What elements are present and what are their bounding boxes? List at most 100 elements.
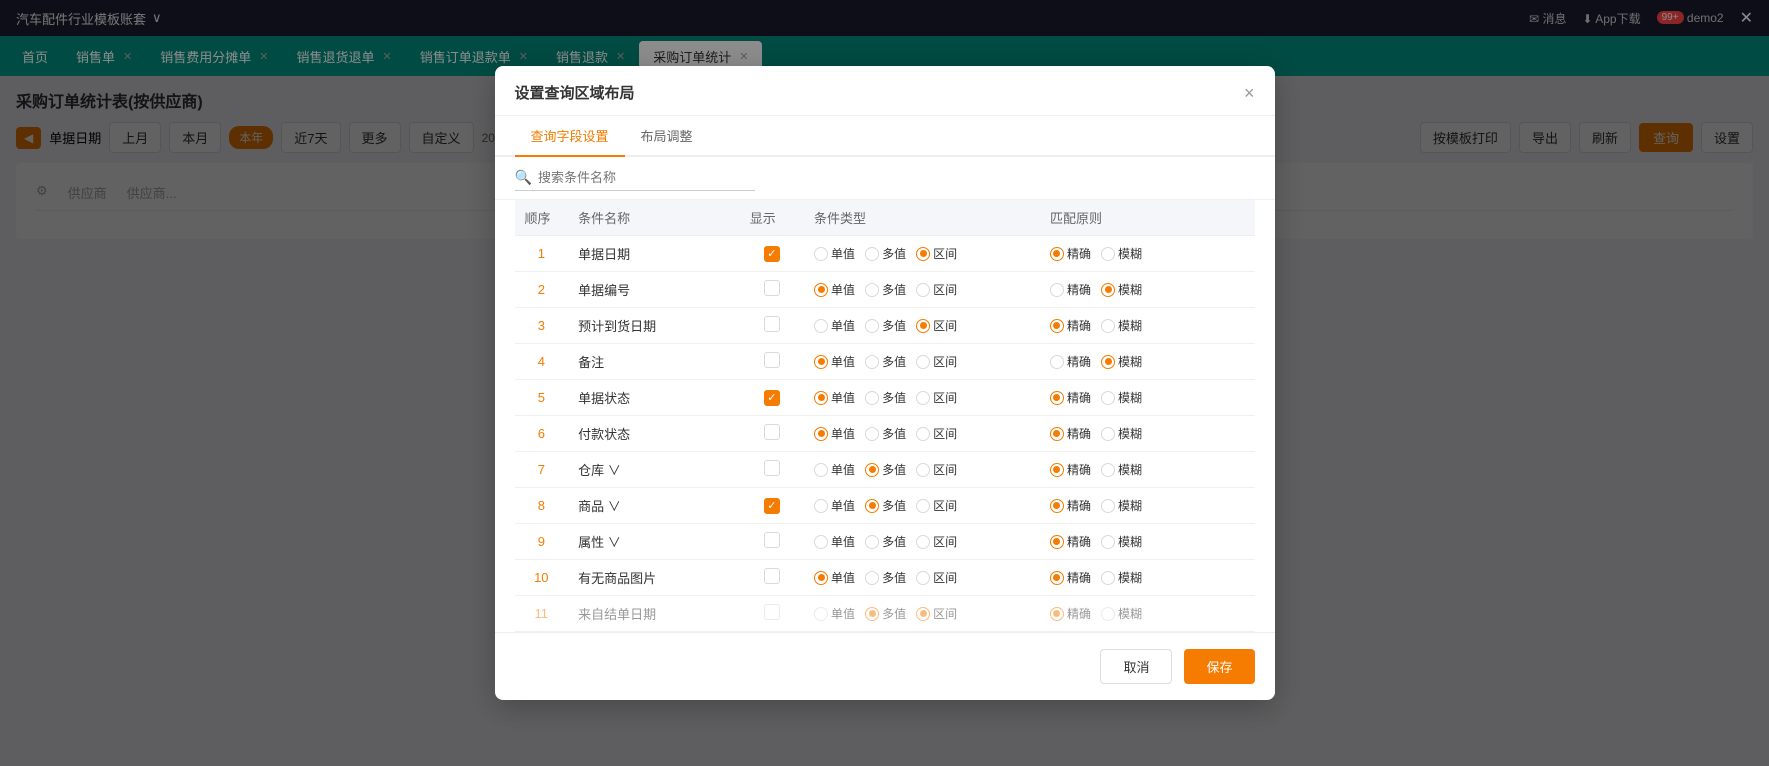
- type-radio-range[interactable]: 区间: [916, 605, 957, 622]
- show-checkbox[interactable]: [764, 424, 780, 440]
- type-radio-range[interactable]: 区间: [916, 425, 957, 442]
- table-row: 1单据日期单值多值区间精确模糊: [515, 236, 1255, 272]
- show-checkbox[interactable]: [764, 498, 780, 514]
- type-radio-range[interactable]: 区间: [916, 245, 957, 262]
- cell-show: [740, 236, 804, 272]
- type-radio-range[interactable]: 区间: [916, 281, 957, 298]
- type-radio-single[interactable]: 单值: [814, 461, 855, 478]
- cell-order: 9: [515, 524, 569, 560]
- cell-order: 2: [515, 272, 569, 308]
- settings-dialog: 设置查询区域布局 × 查询字段设置 布局调整 🔍 顺序: [495, 66, 1275, 700]
- match-radio-exact[interactable]: 精确: [1050, 389, 1091, 406]
- modal-overlay: 设置查询区域布局 × 查询字段设置 布局调整 🔍 顺序: [0, 0, 1769, 766]
- cell-name: 单据编号: [568, 272, 740, 308]
- match-radio-fuzzy[interactable]: 模糊: [1101, 497, 1142, 514]
- match-radio-fuzzy[interactable]: 模糊: [1101, 317, 1142, 334]
- match-radio-fuzzy[interactable]: 模糊: [1101, 281, 1142, 298]
- type-radio-single[interactable]: 单值: [814, 245, 855, 262]
- type-radio-single[interactable]: 单值: [814, 425, 855, 442]
- match-radio-exact[interactable]: 精确: [1050, 281, 1091, 298]
- type-radio-range[interactable]: 区间: [916, 497, 957, 514]
- tab-query-fields[interactable]: 查询字段设置: [515, 116, 625, 157]
- match-radio-fuzzy[interactable]: 模糊: [1101, 605, 1142, 622]
- type-radio-multi[interactable]: 多值: [865, 533, 906, 550]
- match-radio-exact[interactable]: 精确: [1050, 569, 1091, 586]
- type-radio-multi[interactable]: 多值: [865, 605, 906, 622]
- match-radio-exact[interactable]: 精确: [1050, 425, 1091, 442]
- search-icon: 🔍: [515, 169, 532, 186]
- search-input-wrap: 🔍: [515, 169, 755, 191]
- type-radio-multi[interactable]: 多值: [865, 281, 906, 298]
- dialog-close-button[interactable]: ×: [1244, 84, 1255, 102]
- col-header-name: 条件名称: [568, 200, 740, 236]
- show-checkbox[interactable]: [764, 604, 780, 620]
- show-checkbox[interactable]: [764, 568, 780, 584]
- cell-type: 单值多值区间: [804, 416, 1040, 452]
- cell-show: [740, 416, 804, 452]
- match-radio-fuzzy[interactable]: 模糊: [1101, 425, 1142, 442]
- type-radio-range[interactable]: 区间: [916, 461, 957, 478]
- type-radio-single[interactable]: 单值: [814, 533, 855, 550]
- type-radio-multi[interactable]: 多值: [865, 569, 906, 586]
- cell-order: 6: [515, 416, 569, 452]
- type-radio-multi[interactable]: 多值: [865, 245, 906, 262]
- match-radio-exact[interactable]: 精确: [1050, 497, 1091, 514]
- cell-show: [740, 452, 804, 488]
- match-radio-fuzzy[interactable]: 模糊: [1101, 389, 1142, 406]
- show-checkbox[interactable]: [764, 460, 780, 476]
- table-row: 10有无商品图片单值多值区间精确模糊: [515, 560, 1255, 596]
- show-checkbox[interactable]: [764, 390, 780, 406]
- type-radio-range[interactable]: 区间: [916, 317, 957, 334]
- dialog-header: 设置查询区域布局 ×: [495, 66, 1275, 116]
- col-header-type: 条件类型: [804, 200, 1040, 236]
- match-radio-fuzzy[interactable]: 模糊: [1101, 569, 1142, 586]
- show-checkbox[interactable]: [764, 532, 780, 548]
- type-radio-range[interactable]: 区间: [916, 533, 957, 550]
- match-radio-fuzzy[interactable]: 模糊: [1101, 533, 1142, 550]
- show-checkbox[interactable]: [764, 316, 780, 332]
- cell-type: 单值多值区间: [804, 560, 1040, 596]
- col-header-match: 匹配原则: [1040, 200, 1255, 236]
- cell-type: 单值多值区间: [804, 524, 1040, 560]
- show-checkbox[interactable]: [764, 352, 780, 368]
- show-checkbox[interactable]: [764, 246, 780, 262]
- type-radio-single[interactable]: 单值: [814, 353, 855, 370]
- cell-name: 有无商品图片: [568, 560, 740, 596]
- match-radio-exact[interactable]: 精确: [1050, 605, 1091, 622]
- type-radio-single[interactable]: 单值: [814, 605, 855, 622]
- cell-type: 单值多值区间: [804, 488, 1040, 524]
- table-header-row: 顺序 条件名称 显示 条件类型 匹配原则: [515, 200, 1255, 236]
- match-radio-exact[interactable]: 精确: [1050, 461, 1091, 478]
- type-radio-multi[interactable]: 多值: [865, 317, 906, 334]
- save-button[interactable]: 保存: [1184, 649, 1254, 684]
- type-radio-single[interactable]: 单值: [814, 281, 855, 298]
- match-radio-exact[interactable]: 精确: [1050, 245, 1091, 262]
- type-radio-single[interactable]: 单值: [814, 317, 855, 334]
- type-radio-single[interactable]: 单值: [814, 497, 855, 514]
- type-radio-range[interactable]: 区间: [916, 389, 957, 406]
- cell-match: 精确模糊: [1040, 524, 1255, 560]
- type-radio-range[interactable]: 区间: [916, 569, 957, 586]
- type-radio-multi[interactable]: 多值: [865, 425, 906, 442]
- type-radio-single[interactable]: 单值: [814, 569, 855, 586]
- cancel-button[interactable]: 取消: [1100, 649, 1172, 684]
- type-radio-range[interactable]: 区间: [916, 353, 957, 370]
- cell-type: 单值多值区间: [804, 380, 1040, 416]
- tab-layout-adjust[interactable]: 布局调整: [625, 116, 709, 157]
- cell-name: 仓库 ∨: [568, 452, 740, 488]
- type-radio-multi[interactable]: 多值: [865, 353, 906, 370]
- type-radio-single[interactable]: 单值: [814, 389, 855, 406]
- match-radio-exact[interactable]: 精确: [1050, 317, 1091, 334]
- type-radio-multi[interactable]: 多值: [865, 389, 906, 406]
- show-checkbox[interactable]: [764, 280, 780, 296]
- match-radio-fuzzy[interactable]: 模糊: [1101, 461, 1142, 478]
- table-row: 4备注单值多值区间精确模糊: [515, 344, 1255, 380]
- type-radio-multi[interactable]: 多值: [865, 461, 906, 478]
- table-row: 6付款状态单值多值区间精确模糊: [515, 416, 1255, 452]
- search-input[interactable]: [538, 170, 738, 185]
- match-radio-exact[interactable]: 精确: [1050, 533, 1091, 550]
- type-radio-multi[interactable]: 多值: [865, 497, 906, 514]
- match-radio-fuzzy[interactable]: 模糊: [1101, 353, 1142, 370]
- match-radio-fuzzy[interactable]: 模糊: [1101, 245, 1142, 262]
- match-radio-exact[interactable]: 精确: [1050, 353, 1091, 370]
